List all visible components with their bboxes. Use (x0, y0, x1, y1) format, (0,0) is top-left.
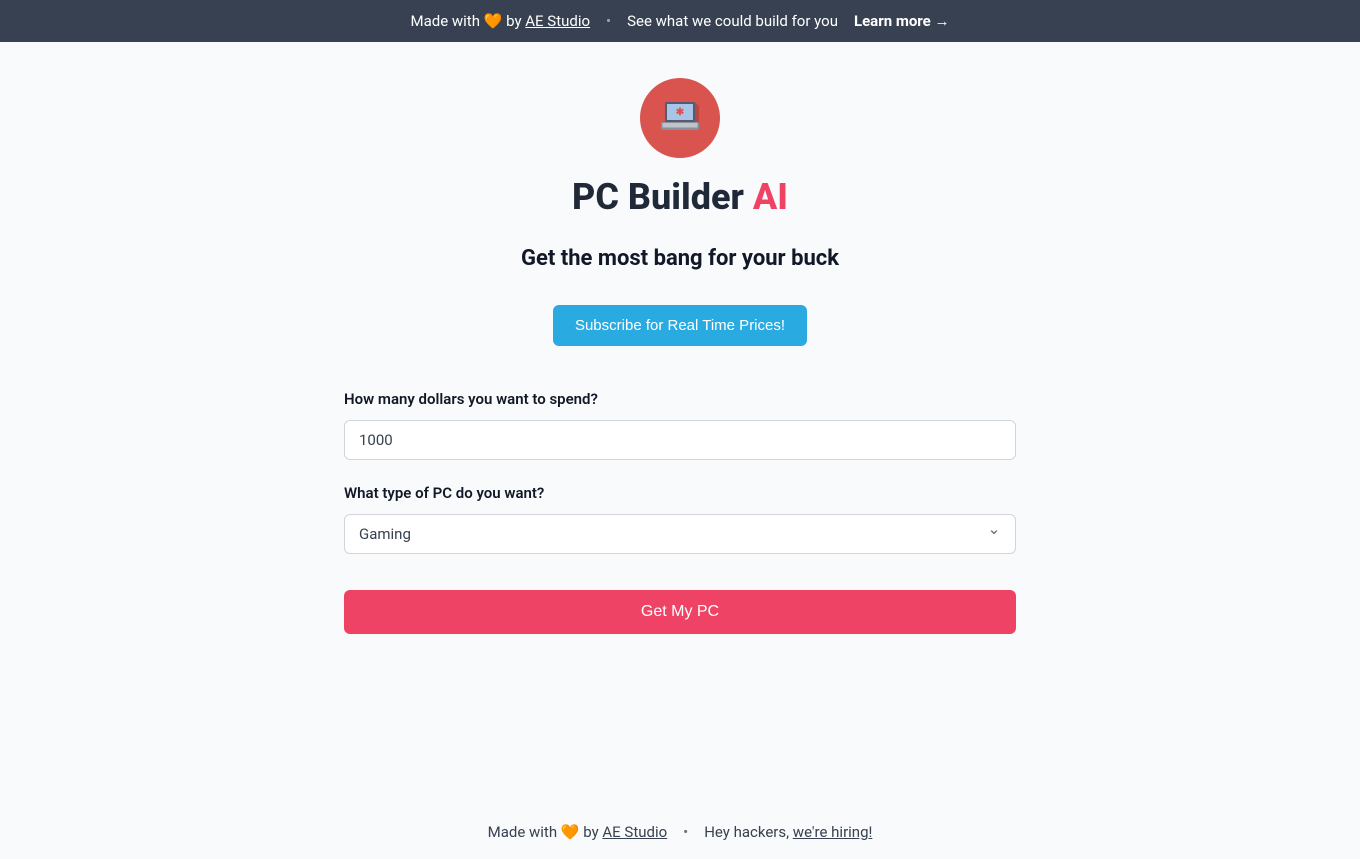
budget-label: How many dollars you want to spend? (344, 390, 1016, 408)
banner-dot: • (606, 12, 611, 30)
form: How many dollars you want to spend? What… (344, 390, 1016, 634)
subscribe-button[interactable]: Subscribe for Real Time Prices! (553, 305, 807, 346)
learn-more-link[interactable]: Learn more → (854, 12, 950, 30)
laptop-icon: ✱ ✱ (659, 100, 701, 136)
banner-prefix-text: Made with 🧡 by (411, 12, 526, 30)
pc-type-value: Gaming (359, 525, 411, 543)
footer-hiring: Hey hackers, we're hiring! (704, 823, 872, 841)
footer-prefix-text: Made with 🧡 by (488, 823, 603, 841)
footer-made-with: Made with 🧡 by AE Studio (488, 823, 668, 841)
main-content: ✱ ✱ PC Builder AI Get the most bang for … (0, 42, 1360, 805)
banner-tagline: See what we could build for you (627, 12, 838, 30)
svg-text:✱: ✱ (676, 107, 685, 118)
footer-hiring-prefix: Hey hackers, (704, 823, 793, 841)
ae-studio-link-top[interactable]: AE Studio (525, 12, 590, 30)
pc-type-label: What type of PC do you want? (344, 484, 1016, 502)
budget-input[interactable] (344, 420, 1016, 460)
title-ai: AI (753, 176, 788, 218)
pc-type-select[interactable]: Gaming (344, 514, 1016, 554)
banner-made-with: Made with 🧡 by AE Studio (411, 12, 591, 30)
get-my-pc-button[interactable]: Get My PC (344, 590, 1016, 634)
chevron-down-icon (987, 525, 1001, 543)
title-prefix: PC Builder (572, 176, 753, 218)
page-title: PC Builder AI (572, 176, 788, 218)
footer-dot: • (683, 823, 688, 841)
ae-studio-link-footer[interactable]: AE Studio (602, 823, 667, 841)
page-subtitle: Get the most bang for your buck (521, 246, 839, 271)
top-banner: Made with 🧡 by AE Studio • See what we c… (0, 0, 1360, 42)
footer: Made with 🧡 by AE Studio • Hey hackers, … (0, 805, 1360, 859)
hiring-link[interactable]: we're hiring! (793, 823, 873, 841)
logo: ✱ ✱ (640, 78, 720, 158)
